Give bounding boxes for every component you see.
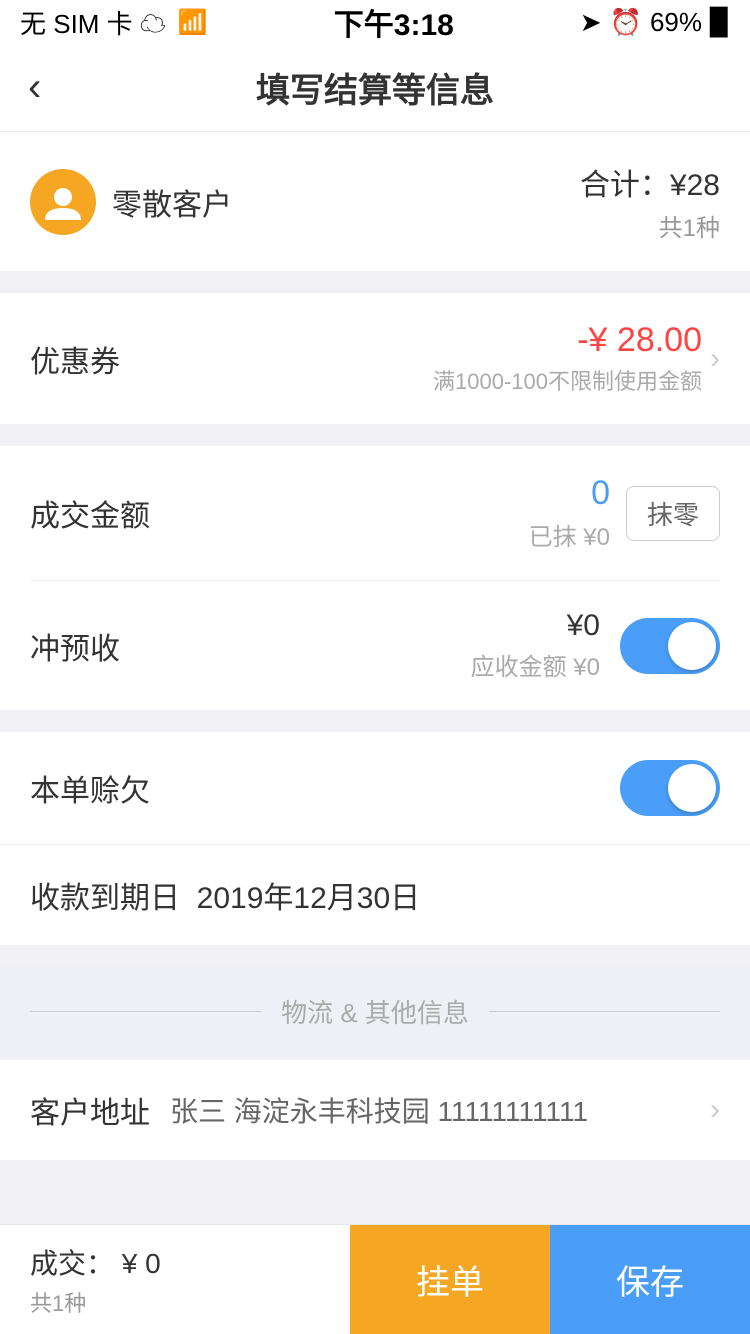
customer-section: 零散客户 合计：¥28 共1种 xyxy=(0,132,750,271)
round-off-button[interactable]: 抹零 xyxy=(626,486,720,541)
customer-avatar xyxy=(30,169,96,235)
status-time: 下午3:18 xyxy=(334,0,454,44)
prepay-right: ¥0 应收金额 ¥0 xyxy=(471,609,720,682)
address-label: 客户地址 xyxy=(30,1088,150,1132)
status-bar: 无 SIM 卡 ☁ 📶 下午3:18 ➤ ⏰ 69% ▉ xyxy=(0,0,750,44)
toggle-knob xyxy=(668,622,716,670)
wifi-icon: 📶 xyxy=(178,8,208,37)
prepay-sub: 应收金额 ¥0 xyxy=(471,647,600,682)
transaction-sub: 已抹 ¥0 xyxy=(529,517,610,552)
address-chevron-icon: › xyxy=(710,1093,720,1127)
transaction-amount-col: 0 已抹 ¥0 xyxy=(529,474,610,552)
location-icon: ➤ xyxy=(580,7,602,38)
customer-right: 合计：¥28 共1种 xyxy=(580,160,720,243)
transaction-section: 成交金额 0 已抹 ¥0 抹零 冲预收 ¥0 应收金额 ¥0 xyxy=(0,446,750,710)
total-count: 共1种 xyxy=(580,208,720,243)
coupon-discount: -¥ 28.00 xyxy=(433,321,702,360)
divider-line-left xyxy=(30,1011,261,1012)
status-left: 无 SIM 卡 ☁ 📶 xyxy=(20,4,208,41)
customer-left: 零散客户 xyxy=(30,169,232,235)
bottom-buttons: 挂单 保存 xyxy=(350,1225,750,1334)
prepay-amount: ¥0 xyxy=(471,609,600,643)
alarm-icon: ⏰ xyxy=(610,7,642,38)
battery-label: 69% xyxy=(650,7,702,38)
logistics-label: 物流 & 其他信息 xyxy=(281,993,469,1030)
prepay-row: 冲预收 ¥0 应收金额 ¥0 xyxy=(30,581,720,710)
logistics-section: 物流 & 其他信息 xyxy=(0,965,750,1058)
prepay-toggle[interactable] xyxy=(620,618,720,674)
divider-3 xyxy=(0,712,750,732)
due-date-section: 收款到期日 2019年12月30日 xyxy=(0,844,750,945)
bottom-transaction: 成交： ¥ 0 xyxy=(30,1242,320,1282)
coupon-section[interactable]: 优惠券 -¥ 28.00 满1000-100不限制使用金额 › xyxy=(0,293,750,424)
due-date-label: 收款到期日 2019年12月30日 xyxy=(30,882,420,915)
page-title: 填写结算等信息 xyxy=(256,63,494,112)
coupon-right: -¥ 28.00 满1000-100不限制使用金额 › xyxy=(433,321,720,396)
logistics-divider: 物流 & 其他信息 xyxy=(30,993,720,1030)
address-section[interactable]: 客户地址 张三 海淀永丰科技园 11111111111 › xyxy=(0,1060,750,1160)
bottom-amount: ¥ 0 xyxy=(122,1248,161,1279)
coupon-desc: 满1000-100不限制使用金额 xyxy=(433,364,702,396)
transaction-label: 成交金额 xyxy=(30,491,150,535)
battery-icon: ▉ xyxy=(710,7,730,38)
hang-button[interactable]: 挂单 xyxy=(350,1225,550,1334)
prepay-amounts: ¥0 应收金额 ¥0 xyxy=(471,609,600,682)
customer-name: 零散客户 xyxy=(112,180,232,224)
transaction-right: 0 已抹 ¥0 抹零 xyxy=(529,474,720,552)
transaction-row: 成交金额 0 已抹 ¥0 抹零 xyxy=(30,446,720,581)
coupon-label: 优惠券 xyxy=(30,337,120,381)
coupon-info: -¥ 28.00 满1000-100不限制使用金额 xyxy=(433,321,702,396)
bottom-count: 共1种 xyxy=(30,1286,320,1318)
credit-section: 本单赊欠 xyxy=(0,732,750,844)
divider-line-right xyxy=(489,1011,720,1012)
save-button[interactable]: 保存 xyxy=(550,1225,750,1334)
divider-2 xyxy=(0,426,750,446)
bottom-bar: 成交： ¥ 0 共1种 挂单 保存 xyxy=(0,1224,750,1334)
address-value: 张三 海淀永丰科技园 11111111111 xyxy=(170,1090,698,1130)
bottom-info: 成交： ¥ 0 共1种 xyxy=(0,1242,350,1318)
credit-toggle[interactable] xyxy=(620,760,720,816)
prepay-label: 冲预收 xyxy=(30,624,120,668)
status-right: ➤ ⏰ 69% ▉ xyxy=(580,7,730,38)
credit-label: 本单赊欠 xyxy=(30,766,150,810)
sim-label: 无 SIM 卡 ☁ xyxy=(20,4,166,41)
transaction-amount[interactable]: 0 xyxy=(529,474,610,513)
nav-bar: ‹ 填写结算等信息 xyxy=(0,44,750,132)
chevron-right-icon: › xyxy=(710,342,720,376)
avatar-icon xyxy=(43,182,83,222)
divider-1 xyxy=(0,273,750,293)
back-button[interactable]: ‹ xyxy=(28,65,41,110)
total-amount: 合计：¥28 xyxy=(580,160,720,204)
divider-4 xyxy=(0,945,750,965)
credit-toggle-knob xyxy=(668,764,716,812)
